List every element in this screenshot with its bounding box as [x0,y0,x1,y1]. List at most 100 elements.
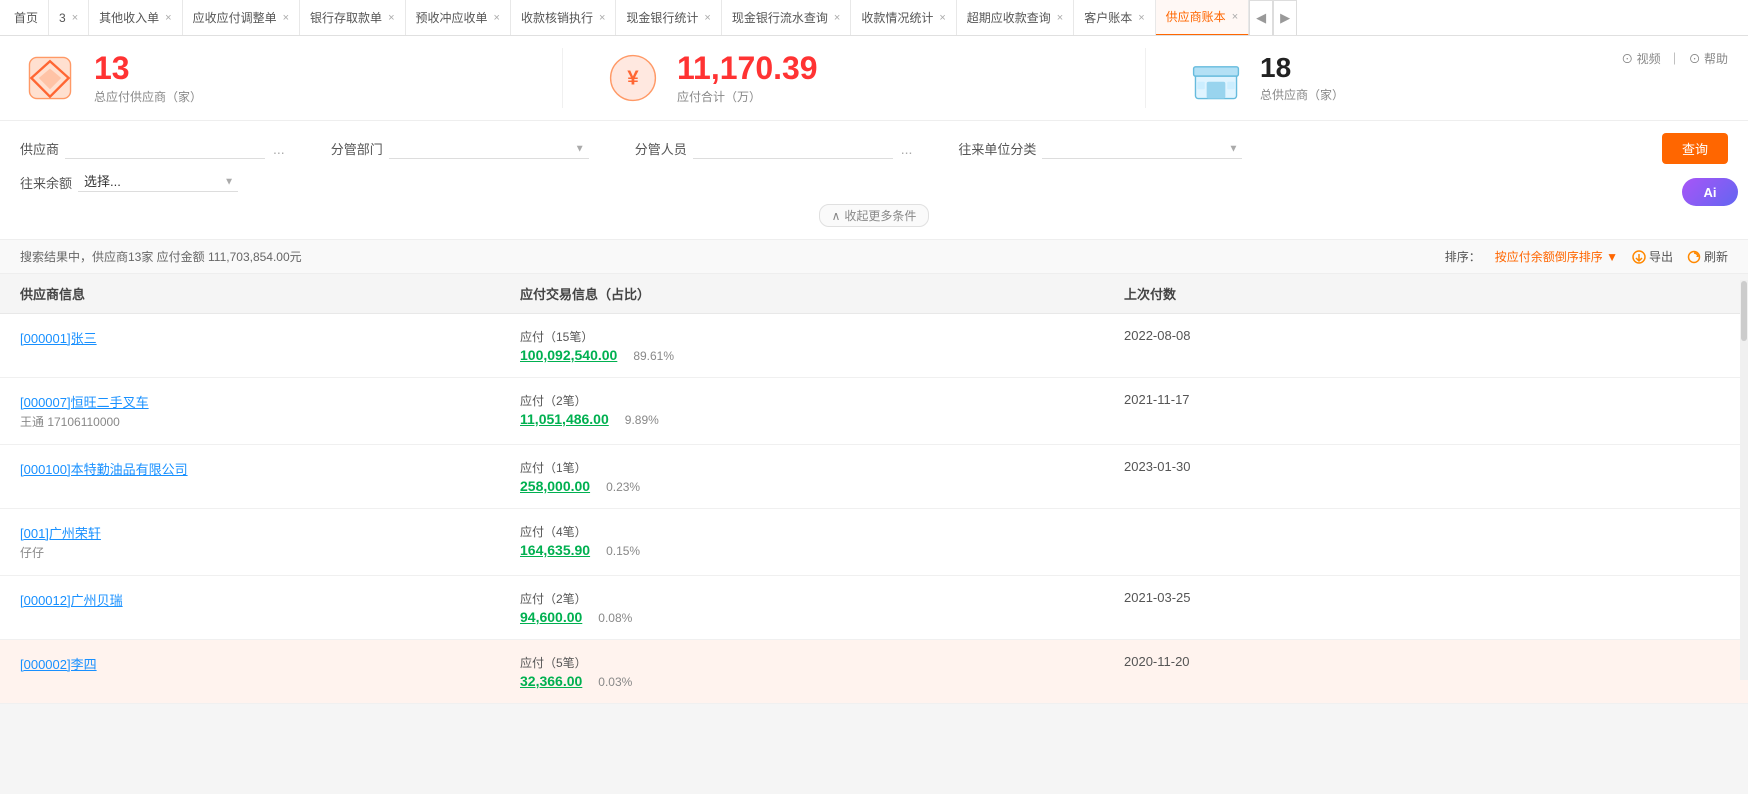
collapse-button[interactable]: ∧ 收起更多条件 [819,204,930,227]
scroll-thumb[interactable] [1741,281,1747,341]
trans-row-3: 164,635.90 0.15% [520,540,1124,558]
trans-pct-5: 0.03% [598,675,632,689]
ap-total-number: 11,170.39 [677,52,818,84]
nav-tab-home[interactable]: 首页 [4,0,49,36]
video-link[interactable]: ⊙ 视频 [1621,50,1660,67]
trans-label-5: 应付（5笔） [520,654,1124,671]
export-button[interactable]: 导出 [1632,248,1673,265]
nav-tab-collect-stat-label: 收款情况统计 [861,9,933,26]
nav-tab-3-close[interactable]: × [72,12,78,24]
table-area: 供应商信息 应付交易信息（占比） 上次付数 [000001]张三 应付（15笔）… [0,274,1748,704]
supplier-filter-input[interactable] [65,139,265,159]
supplier-filter-dots[interactable]: ... [273,141,285,157]
filter-item-balance: 往来余额 选择... ▼ [20,172,238,192]
scroll-bar[interactable] [1740,280,1748,680]
supplier-link-4[interactable]: [000012]广州贝瑞 [20,590,520,609]
filter-area: 供应商 ... 分管部门 ▼ 分管人员 ... 往来单位分类 ▼ 查询 [0,121,1748,240]
nav-tab-collect-stat[interactable]: 收款情况统计 × [851,0,956,36]
trans-amount-2[interactable]: 258,000.00 [520,478,590,494]
nav-tab-ap-adjust-close[interactable]: × [283,12,289,24]
nav-tab-other-income[interactable]: 其他收入单 × [89,0,182,36]
trans-amount-4[interactable]: 94,600.00 [520,609,582,625]
last-pay-2: 2023-01-30 [1124,459,1728,474]
category-filter-label: 往来单位分类 [958,139,1036,158]
trans-row-5: 32,366.00 0.03% [520,671,1124,689]
nav-tab-cash-bank-flow-close[interactable]: × [834,12,840,24]
nav-tab-supplier-acct[interactable]: 供应商账本 × [1156,0,1249,36]
nav-tab-3[interactable]: 3 × [49,0,89,36]
nav-arrow-right[interactable]: ▶ [1273,0,1297,36]
collapse-row: ∧ 收起更多条件 [20,200,1728,231]
sort-dropdown-icon: ▼ [1606,250,1618,264]
nav-tab-ap-adjust[interactable]: 应收应付调整单 × [183,0,300,36]
category-filter-wrapper: ▼ [1042,139,1242,159]
table-header-col3: 上次付数 [1124,284,1728,303]
search-button[interactable]: 查询 [1662,133,1728,164]
ap-suppliers-number: 13 [94,52,202,84]
supplier-link-3[interactable]: [001]广州荣轩 [20,523,520,542]
supplier-info-3: [001]广州荣轩 仔仔 [20,523,520,561]
total-suppliers-label: 总供应商（家） [1260,86,1344,103]
nav-tab-ap-adjust-label: 应收应付调整单 [193,9,277,26]
nav-tab-cash-bank-stat-close[interactable]: × [704,12,710,24]
nav-tab-overdue-query[interactable]: 超期应收款查询 × [957,0,1074,36]
nav-tab-customer-acct[interactable]: 客户账本 × [1074,0,1155,36]
table-header-col1: 供应商信息 [20,284,520,303]
nav-tab-collect-exec[interactable]: 收款核销执行 × [511,0,616,36]
nav-tab-overdue-query-close[interactable]: × [1057,12,1063,24]
trans-info-1: 应付（2笔） 11,051,486.00 9.89% [520,392,1124,427]
stat-info-total-suppliers: 18 总供应商（家） [1260,54,1344,103]
table-header-col2: 应付交易信息（占比） [520,284,1124,303]
sort-value[interactable]: 按应付余额倒序排序 ▼ [1495,248,1618,265]
table-row: [000002]李四 应付（5笔） 32,366.00 0.03% 2020-1… [0,640,1748,704]
export-icon [1632,250,1646,264]
help-link[interactable]: ⊙ 帮助 [1689,50,1728,67]
person-filter-dots[interactable]: ... [901,141,913,157]
supplier-link-2[interactable]: [000100]本特勤油品有限公司 [20,459,520,478]
trans-row-4: 94,600.00 0.08% [520,607,1124,625]
nav-tab-bank-deposit-close[interactable]: × [388,12,394,24]
nav-tab-bank-deposit[interactable]: 银行存取款单 × [300,0,405,36]
nav-tab-supplier-acct-close[interactable]: × [1232,11,1238,23]
nav-arrow-left[interactable]: ◀ [1249,0,1273,36]
top-navigation: 首页 3 × 其他收入单 × 应收应付调整单 × 银行存取款单 × 预收冲应收单… [0,0,1748,36]
stats-row: 13 总应付供应商（家） ¥ 11,170.39 应付合计（万） [0,36,1748,121]
svg-text:¥: ¥ [627,67,639,90]
balance-filter-select[interactable]: 选择... [78,172,238,192]
supplier-link-5[interactable]: [000002]李四 [20,654,520,673]
dept-filter-label: 分管部门 [331,139,383,158]
trans-amount-5[interactable]: 32,366.00 [520,673,582,689]
last-pay-4: 2021-03-25 [1124,590,1728,605]
person-filter-input[interactable] [693,139,893,159]
trans-amount-1[interactable]: 11,051,486.00 [520,411,609,427]
separator: ｜ [1669,50,1681,67]
nav-tab-collect-exec-close[interactable]: × [599,12,605,24]
category-filter-select[interactable] [1042,139,1242,159]
trans-label-3: 应付（4笔） [520,523,1124,540]
trans-pct-4: 0.08% [598,611,632,625]
nav-tab-collect-stat-close[interactable]: × [939,12,945,24]
export-label: 导出 [1649,248,1673,265]
trans-amount-0[interactable]: 100,092,540.00 [520,347,617,363]
trans-info-2: 应付（1笔） 258,000.00 0.23% [520,459,1124,494]
table-row: [000007]恒旺二手叉车 王通 17106110000 应付（2笔） 11,… [0,378,1748,445]
trans-row-2: 258,000.00 0.23% [520,476,1124,494]
result-actions: 排序： 按应付余额倒序排序 ▼ 导出 刷新 [1445,248,1728,265]
result-bar: 搜索结果中，供应商13家 应付金额 111,703,854.00元 排序： 按应… [0,240,1748,274]
dept-filter-select[interactable] [389,139,589,159]
supplier-filter-label: 供应商 [20,139,59,158]
nav-tab-customer-acct-label: 客户账本 [1084,9,1132,26]
supplier-link-1[interactable]: [000007]恒旺二手叉车 [20,392,520,411]
nav-tab-prepay-collect-close[interactable]: × [494,12,500,24]
filter-item-category: 往来单位分类 ▼ [958,139,1242,159]
nav-tab-cash-bank-flow[interactable]: 现金银行流水查询 × [722,0,851,36]
balance-filter-wrapper: 选择... ▼ [78,172,238,192]
trans-amount-3[interactable]: 164,635.90 [520,542,590,558]
nav-tab-cash-bank-stat[interactable]: 现金银行统计 × [616,0,721,36]
nav-tab-other-income-close[interactable]: × [165,12,171,24]
supplier-link-0[interactable]: [000001]张三 [20,328,520,347]
nav-tab-prepay-collect[interactable]: 预收冲应收单 × [406,0,511,36]
nav-tab-customer-acct-close[interactable]: × [1138,12,1144,24]
refresh-button[interactable]: 刷新 [1687,248,1728,265]
ai-button[interactable]: Ai [1682,178,1738,206]
